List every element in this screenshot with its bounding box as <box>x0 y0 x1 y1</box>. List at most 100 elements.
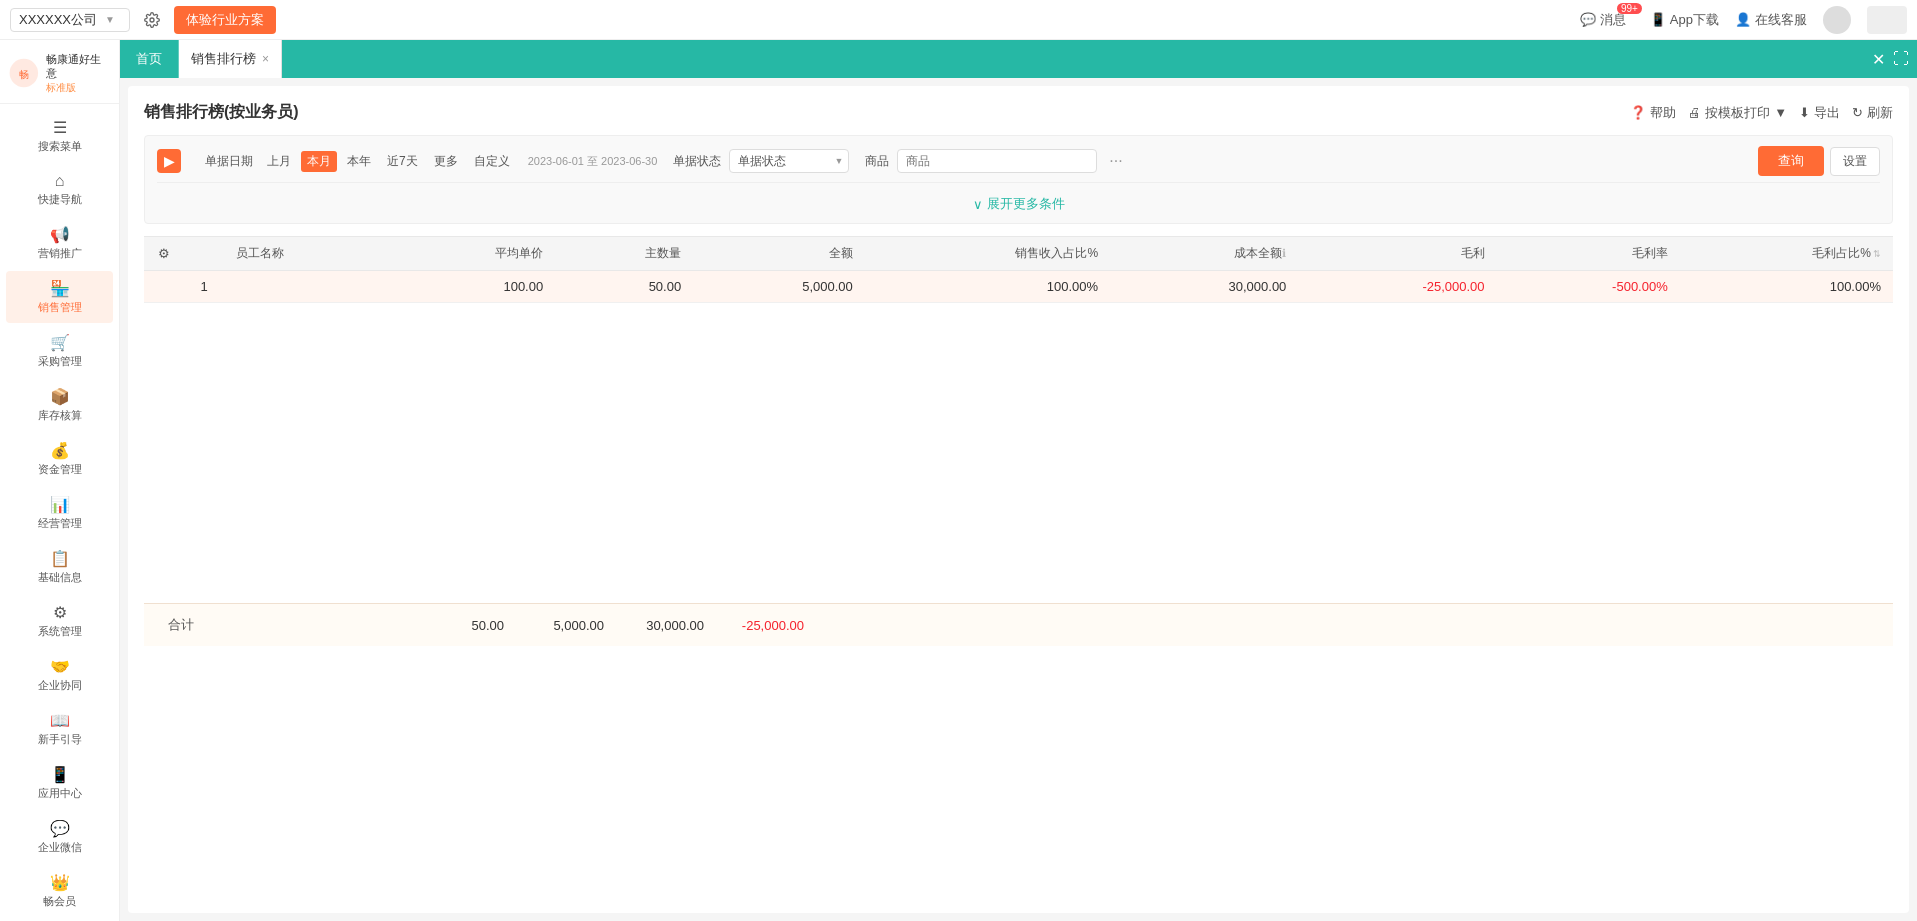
tab-bar: 首页 销售排行榜 × ✕ ⛶ <box>120 40 1917 78</box>
basic-icon: 📋 <box>50 549 70 568</box>
expand-more-button[interactable]: ∨ 展开更多条件 <box>157 195 1880 213</box>
company-name: XXXXXX公司 <box>19 11 97 29</box>
topbar-right: 💬 消息 99+ 📱 App下载 👤 在线客服 <box>1580 6 1907 34</box>
logo-name: 畅康通好生意 <box>46 52 111 81</box>
sidebar-item-inventory[interactable]: 📦 库存核算 <box>6 379 113 431</box>
footer-gross: -25,000.00 <box>716 614 816 637</box>
filter-row-1: ▶ 单据日期 上月 本月 本年 近7天 更多 自定义 <box>157 146 1880 176</box>
sidebar-item-business[interactable]: 📊 经营管理 <box>6 487 113 539</box>
inventory-icon: 📦 <box>50 387 70 406</box>
help-button[interactable]: ❓ 帮助 <box>1630 104 1676 122</box>
tab-bar-right: ✕ ⛶ <box>1872 50 1917 69</box>
td-gross-pct: 100.00% <box>1680 271 1893 303</box>
th-amount: 全额 <box>693 237 865 271</box>
logo-sub: 标准版 <box>46 81 111 95</box>
tab-close-window-icon[interactable]: ✕ <box>1872 50 1885 69</box>
export-icon: ⬇ <box>1799 105 1810 120</box>
date-tab-7days[interactable]: 近7天 <box>381 151 424 172</box>
svg-point-0 <box>150 18 154 22</box>
date-tab-custom[interactable]: 自定义 <box>468 151 516 172</box>
td-amount: 5,000.00 <box>693 271 865 303</box>
sidebar-item-guide-label: 新手引导 <box>38 732 82 747</box>
print-button[interactable]: 🖨 按模板打印 ▼ <box>1688 104 1787 122</box>
filter-expand-arrow[interactable]: ▶ <box>157 149 181 173</box>
th-qty: 主数量 <box>555 237 693 271</box>
tab-home[interactable]: 首页 <box>120 40 179 78</box>
sidebar-item-basic[interactable]: 📋 基础信息 <box>6 541 113 593</box>
tab-expand-icon[interactable]: ⛶ <box>1893 50 1909 68</box>
avatar[interactable] <box>1823 6 1851 34</box>
td-name <box>224 271 390 303</box>
help-icon: ❓ <box>1630 105 1646 120</box>
td-gross-rate: -500.00% <box>1497 271 1680 303</box>
tab-close-icon[interactable]: × <box>262 52 269 66</box>
query-button[interactable]: 查询 <box>1758 146 1824 176</box>
help-label: 帮助 <box>1650 104 1676 122</box>
message-badge: 99+ <box>1617 3 1642 14</box>
sidebar-item-purchase[interactable]: 🛒 采购管理 <box>6 325 113 377</box>
date-tabs: 上月 本月 本年 近7天 更多 自定义 <box>261 151 516 172</box>
company-selector[interactable]: XXXXXX公司 ▼ <box>10 8 130 32</box>
date-tab-last-month[interactable]: 上月 <box>261 151 297 172</box>
content-area: 首页 销售排行榜 × ✕ ⛶ 销售排行榜(按业务员) ❓ 帮助 <box>120 40 1917 921</box>
topbar-settings-button[interactable] <box>138 6 166 34</box>
refresh-button[interactable]: ↻ 刷新 <box>1852 104 1893 122</box>
goods-filter-group: 商品 ··· <box>865 149 1126 173</box>
refresh-icon: ↻ <box>1852 105 1863 120</box>
th-gross-rate: 毛利率 <box>1497 237 1680 271</box>
column-settings-icon[interactable]: ⚙ <box>158 246 170 261</box>
footer-cost: 30,000.00 <box>616 614 716 637</box>
trial-button[interactable]: 体验行业方案 <box>174 6 276 34</box>
th-sales-pct: 销售收入占比% <box>865 237 1110 271</box>
date-tab-this-year[interactable]: 本年 <box>341 151 377 172</box>
status-select-wrapper: 单据状态 <box>729 149 849 173</box>
logo-icon: 畅 <box>8 57 40 89</box>
service-label: 在线客服 <box>1755 11 1807 29</box>
sidebar-item-search[interactable]: ☰ 搜索菜单 <box>6 110 113 162</box>
sidebar-item-member[interactable]: 👑 畅会员 <box>6 865 113 917</box>
sidebar-item-appstore[interactable]: 📱 应用中心 <box>6 757 113 809</box>
sidebar-item-sales[interactable]: 🏪 销售管理 <box>6 271 113 323</box>
search-menu-icon: ☰ <box>53 118 67 137</box>
cost-info-icon[interactable]: ℹ <box>1282 247 1286 259</box>
online-service-button[interactable]: 👤 在线客服 <box>1735 11 1807 29</box>
sidebar-item-guide[interactable]: 📖 新手引导 <box>6 703 113 755</box>
wechat-icon: 💬 <box>50 819 70 838</box>
sidebar-item-finance[interactable]: 💰 资金管理 <box>6 433 113 485</box>
gross-pct-sort-icon[interactable]: ⇅ <box>1873 249 1881 259</box>
refresh-label: 刷新 <box>1867 104 1893 122</box>
enterprise-icon: 🤝 <box>50 657 70 676</box>
date-tab-more[interactable]: 更多 <box>428 151 464 172</box>
goods-filter-label: 商品 <box>865 153 889 170</box>
sidebar-item-marketing[interactable]: 📢 营销推广 <box>6 217 113 269</box>
goods-input[interactable] <box>897 149 1097 173</box>
table-container: ⚙ 员工名称 平均单价 主数量 全额 销售收入占比% 成本全额ℹ <box>144 236 1893 303</box>
sidebar-item-system[interactable]: ⚙ 系统管理 <box>6 595 113 647</box>
sidebar: 畅 畅康通好生意 标准版 ☰ 搜索菜单 ⌂ 快捷导航 📢 营销推广 🏪 销售 <box>0 40 120 921</box>
footer-qty: 50.00 <box>416 614 516 637</box>
date-tab-this-month[interactable]: 本月 <box>301 151 337 172</box>
filter-right-buttons: 查询 设置 <box>1758 146 1880 176</box>
table-header-row: ⚙ 员工名称 平均单价 主数量 全额 销售收入占比% 成本全额ℹ <box>144 237 1893 271</box>
td-avg-price: 100.00 <box>390 271 556 303</box>
sidebar-item-enterprise[interactable]: 🤝 企业协同 <box>6 649 113 701</box>
message-button[interactable]: 💬 消息 99+ <box>1580 11 1634 29</box>
sales-icon: 🏪 <box>50 279 70 298</box>
home-icon: ⌂ <box>55 172 65 190</box>
goods-ellipsis-icon[interactable]: ··· <box>1105 152 1126 170</box>
sidebar-item-wechat[interactable]: 💬 企业微信 <box>6 811 113 863</box>
app-download-button[interactable]: 📱 App下载 <box>1650 11 1719 29</box>
filter-settings-button[interactable]: 设置 <box>1830 147 1880 176</box>
sidebar-item-enterprise-label: 企业协同 <box>38 678 82 693</box>
sidebar-menu: ☰ 搜索菜单 ⌂ 快捷导航 📢 营销推广 🏪 销售管理 🛒 采购管理 📦 库 <box>0 104 119 921</box>
logo-text-area: 畅康通好生意 标准版 <box>46 52 111 95</box>
th-avg-price: 平均单价 <box>390 237 556 271</box>
sidebar-item-shortcut[interactable]: ⌂ 快捷导航 <box>6 164 113 215</box>
tab-sales-ranking[interactable]: 销售排行榜 × <box>179 40 282 78</box>
status-select[interactable]: 单据状态 <box>729 149 849 173</box>
export-button[interactable]: ⬇ 导出 <box>1799 104 1840 122</box>
print-icon: 🖨 <box>1688 105 1701 120</box>
data-table: ⚙ 员工名称 平均单价 主数量 全额 销售收入占比% 成本全额ℹ <box>144 236 1893 303</box>
sidebar-item-inventory-label: 库存核算 <box>38 408 82 423</box>
system-icon: ⚙ <box>53 603 67 622</box>
